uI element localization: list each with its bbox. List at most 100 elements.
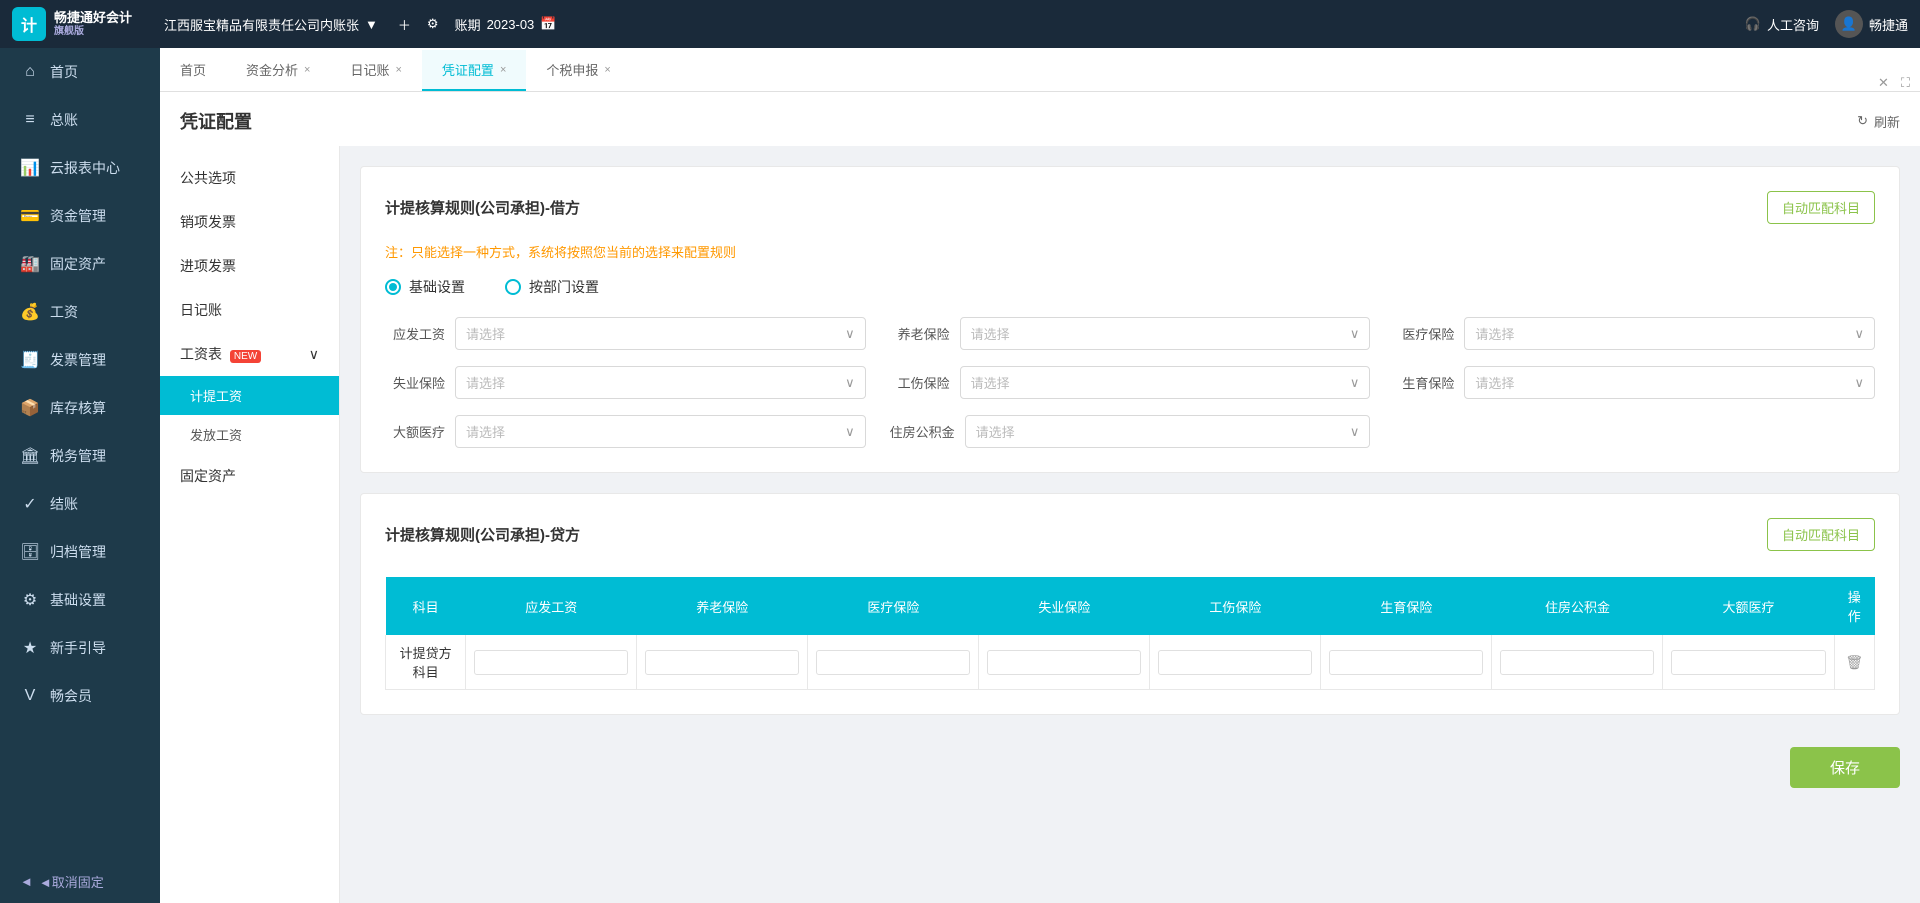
tab-funds-analysis[interactable]: 资金分析 × xyxy=(226,50,330,91)
tax-icon: 🏛 xyxy=(20,446,40,466)
select-pension[interactable]: 请选择 ∨ xyxy=(960,317,1371,350)
chevron-icon: ∨ xyxy=(309,346,319,363)
submenu-item-journal[interactable]: 日记账 xyxy=(160,288,339,332)
cell-salary-val xyxy=(466,635,637,690)
submenu-item-fixed-assets[interactable]: 固定资产 xyxy=(160,454,339,498)
form-item-large-medical: 大额医疗 请选择 ∨ xyxy=(385,415,866,448)
sidebar-item-guide[interactable]: ★ 新手引导 xyxy=(0,624,160,672)
label-housing: 住房公积金 xyxy=(890,422,955,441)
submenu-item-public[interactable]: 公共选项 xyxy=(160,156,339,200)
submenu-subitem-release[interactable]: 发放工资 xyxy=(160,415,339,454)
tab-funds-close[interactable]: × xyxy=(304,64,310,76)
delete-row-icon[interactable]: 🗑 xyxy=(1845,654,1863,670)
select-medical[interactable]: 请选择 ∨ xyxy=(1464,317,1875,350)
pin-label: ◄取消固定 xyxy=(39,872,104,891)
sidebar-item-salary[interactable]: 💰 工资 xyxy=(0,288,160,336)
tab-voucher-close[interactable]: × xyxy=(500,64,506,76)
input-injury[interactable] xyxy=(1158,650,1312,675)
sidebar-item-funds[interactable]: 💳 资金管理 xyxy=(0,192,160,240)
refresh-button[interactable]: ↻ 刷新 xyxy=(1857,112,1900,131)
sidebar-item-tax[interactable]: 🏛 税务管理 xyxy=(0,432,160,480)
submenu-item-purchase[interactable]: 进项发票 xyxy=(160,244,339,288)
submenu-item-sales[interactable]: 销项发票 xyxy=(160,200,339,244)
input-housing[interactable] xyxy=(1500,650,1654,675)
tab-home-label: 首页 xyxy=(180,60,206,79)
sidebar-item-stock[interactable]: 📦 库存核算 xyxy=(0,384,160,432)
pin-icon: ◄ xyxy=(20,874,33,889)
sidebar-item-archive[interactable]: 🗄 归档管理 xyxy=(0,528,160,576)
user-info[interactable]: 👤 畅捷通 xyxy=(1835,10,1908,38)
sidebar-label-settings: 基础设置 xyxy=(50,590,106,610)
credit-auto-match-button[interactable]: 自动匹配科目 xyxy=(1767,518,1875,551)
sidebar-item-invoice[interactable]: 🧾 发票管理 xyxy=(0,336,160,384)
input-salary[interactable] xyxy=(474,650,628,675)
table-row: 计提贷方科目 🗑 xyxy=(386,635,1875,690)
tab-tax-report[interactable]: 个税申报 × xyxy=(526,50,630,91)
save-button[interactable]: 保存 xyxy=(1790,747,1900,788)
radio-basic-btn[interactable] xyxy=(385,279,401,295)
input-maternity[interactable] xyxy=(1329,650,1483,675)
submenu: 公共选项 销项发票 进项发票 日记账 工资表 NEW ∨ 计提工资 发放工资 固… xyxy=(160,146,340,903)
select-unemp-chevron: ∨ xyxy=(845,375,855,391)
sidebar-label-ledger: 总账 xyxy=(50,110,78,130)
select-unemployment[interactable]: 请选择 ∨ xyxy=(455,366,866,399)
settings-gear-icon: ⚙ xyxy=(20,590,40,610)
guide-icon: ★ xyxy=(20,638,40,658)
tab-funds-label: 资金分析 xyxy=(246,60,298,79)
add-account-icon[interactable]: ＋ xyxy=(398,15,411,34)
new-badge: NEW xyxy=(230,350,261,363)
tab-voucher-config[interactable]: 凭证配置 × xyxy=(422,50,526,91)
calendar-icon[interactable]: 📅 xyxy=(540,16,556,32)
input-pension[interactable] xyxy=(645,650,799,675)
sidebar-item-member[interactable]: V 畅会员 xyxy=(0,672,160,720)
sidebar-item-home[interactable]: ⌂ 首页 xyxy=(0,48,160,96)
pin-sidebar-button[interactable]: ◄ ◄取消固定 xyxy=(0,860,160,903)
tab-close-all-icon[interactable]: ✕ xyxy=(1878,75,1889,91)
chevron-down-icon: ▼ xyxy=(365,17,378,32)
radio-basic-setup[interactable]: 基础设置 xyxy=(385,277,465,297)
input-medical[interactable] xyxy=(816,650,970,675)
service-label: 人工咨询 xyxy=(1767,15,1819,34)
select-maternity[interactable]: 请选择 ∨ xyxy=(1464,366,1875,399)
sidebar-label-funds: 资金管理 xyxy=(50,206,106,226)
tab-expand-icon[interactable]: ⛶ xyxy=(1901,75,1910,91)
service-button[interactable]: 🎧 人工咨询 xyxy=(1745,15,1819,34)
sidebar-label-tax: 税务管理 xyxy=(50,446,106,466)
select-medical-chevron: ∨ xyxy=(1854,326,1864,342)
headset-icon: 🎧 xyxy=(1745,16,1761,32)
col-housing: 住房公积金 xyxy=(1492,577,1663,635)
select-large-medical[interactable]: 请选择 ∨ xyxy=(455,415,866,448)
col-medical: 医疗保险 xyxy=(808,577,979,635)
submenu-subitem-accrual[interactable]: 计提工资 xyxy=(160,376,339,415)
sidebar-item-close[interactable]: ✓ 结账 xyxy=(0,480,160,528)
sidebar-label-member: 畅会员 xyxy=(50,686,92,706)
page-title: 凭证配置 xyxy=(180,108,252,134)
select-housing[interactable]: 请选择 ∨ xyxy=(965,415,1371,448)
top-bar: 计 畅捷通好会计 旗舰版 江西服宝精品有限责任公司内账张 ▼ ＋ ⚙ 账期 20… xyxy=(0,0,1920,48)
input-unemployment[interactable] xyxy=(987,650,1141,675)
member-icon: V xyxy=(20,687,40,705)
sidebar-label-stock: 库存核算 xyxy=(50,398,106,418)
tab-home[interactable]: 首页 xyxy=(160,50,226,91)
company-selector[interactable]: 江西服宝精品有限责任公司内账张 ▼ xyxy=(164,15,378,34)
settings-icon[interactable]: ⚙ xyxy=(427,16,439,32)
submenu-item-payroll-table[interactable]: 工资表 NEW ∨ xyxy=(160,332,339,376)
archive-icon: 🗄 xyxy=(20,542,40,562)
sidebar-item-ledger[interactable]: ≡ 总账 xyxy=(0,96,160,144)
input-large-medical[interactable] xyxy=(1671,650,1825,675)
tab-journal-close[interactable]: × xyxy=(395,64,401,76)
radio-dept-label: 按部门设置 xyxy=(529,277,599,297)
sidebar-label-guide: 新手引导 xyxy=(50,638,106,658)
debit-auto-match-button[interactable]: 自动匹配科目 xyxy=(1767,191,1875,224)
radio-dept-setup[interactable]: 按部门设置 xyxy=(505,277,599,297)
sidebar-item-settings[interactable]: ⚙ 基础设置 xyxy=(0,576,160,624)
form-item-housing: 住房公积金 请选择 ∨ xyxy=(890,415,1371,448)
select-injury[interactable]: 请选择 ∨ xyxy=(960,366,1371,399)
sidebar-item-reports[interactable]: 📊 云报表中心 xyxy=(0,144,160,192)
radio-dept-btn[interactable] xyxy=(505,279,521,295)
sidebar-item-assets[interactable]: 🏭 固定资产 xyxy=(0,240,160,288)
select-salary[interactable]: 请选择 ∨ xyxy=(455,317,866,350)
tab-tax-close[interactable]: × xyxy=(604,64,610,76)
cell-maternity-val xyxy=(1321,635,1492,690)
tab-journal[interactable]: 日记账 × xyxy=(330,50,421,91)
